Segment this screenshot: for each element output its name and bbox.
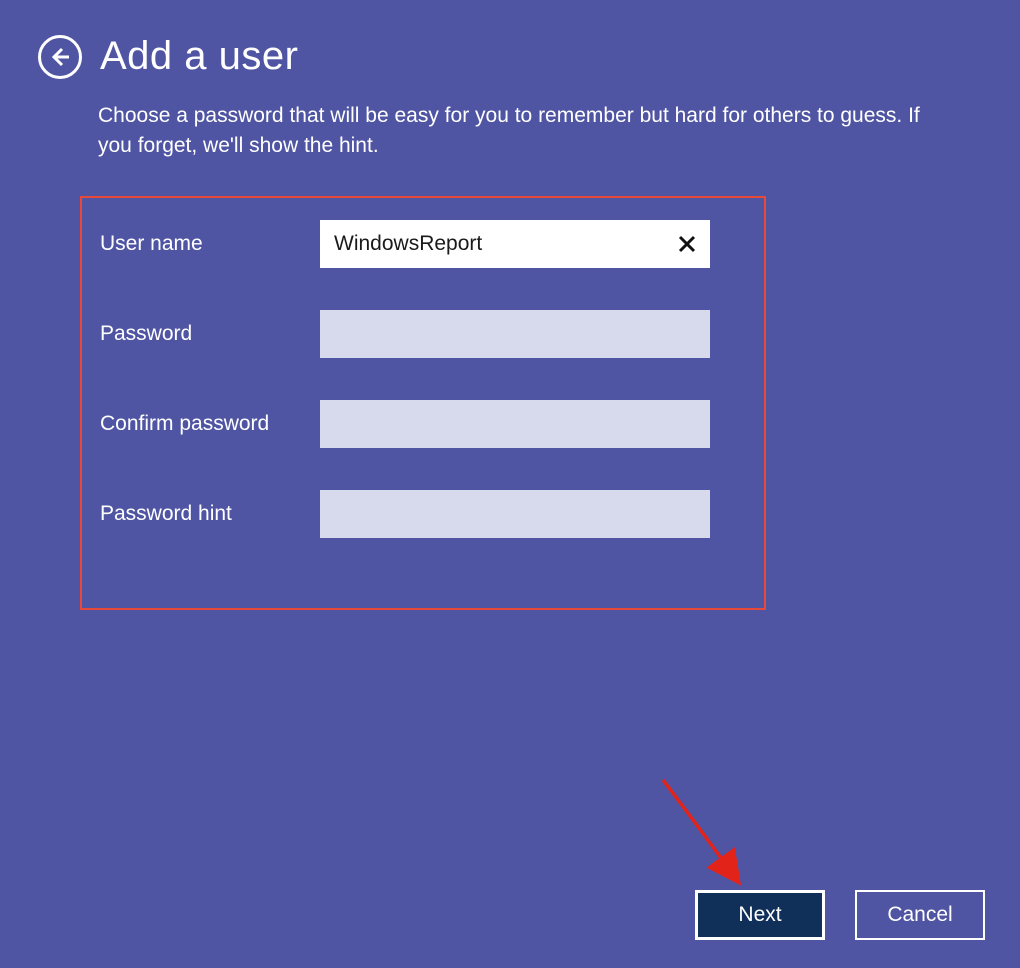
page-title: Add a user: [100, 34, 298, 79]
cancel-button[interactable]: Cancel: [855, 890, 985, 940]
username-input[interactable]: [320, 220, 710, 268]
page-subtitle: Choose a password that will be easy for …: [98, 101, 958, 162]
next-button[interactable]: Next: [695, 890, 825, 940]
confirm-password-label: Confirm password: [100, 412, 320, 436]
clear-username-button[interactable]: [670, 227, 704, 261]
username-label: User name: [100, 232, 320, 256]
confirm-password-input[interactable]: [320, 400, 710, 448]
close-icon: [677, 234, 697, 254]
password-label: Password: [100, 322, 320, 346]
password-hint-input[interactable]: [320, 490, 710, 538]
arrow-left-icon: [49, 46, 71, 68]
back-button[interactable]: [38, 35, 82, 79]
form-highlight-box: User name Password Confirm password Pass…: [80, 196, 766, 610]
password-hint-label: Password hint: [100, 502, 320, 526]
password-input[interactable]: [320, 310, 710, 358]
